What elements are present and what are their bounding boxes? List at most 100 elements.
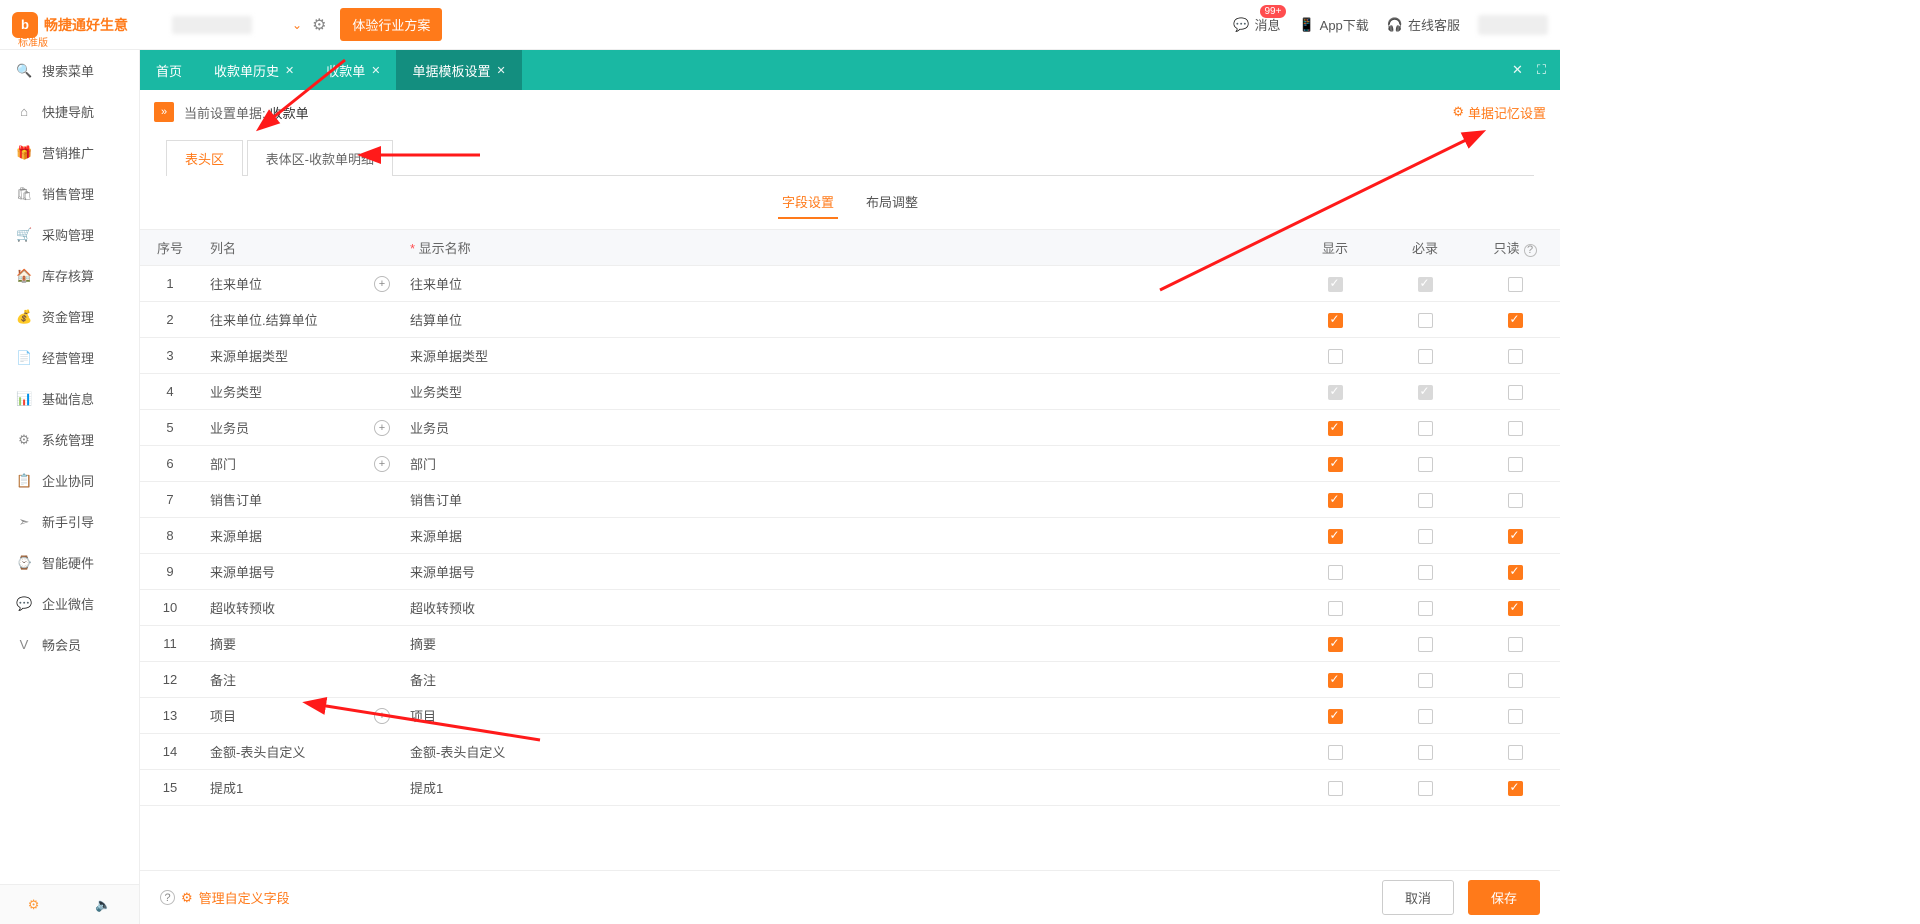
checkbox[interactable] — [1328, 349, 1343, 364]
cell-display[interactable]: 来源单据号 — [400, 554, 1290, 590]
messages-link[interactable]: 💬 消息 99+ — [1233, 15, 1280, 34]
gear-icon[interactable]: ⚙ — [312, 15, 326, 35]
checkbox[interactable] — [1508, 529, 1523, 544]
checkbox[interactable] — [1418, 457, 1433, 472]
checkbox[interactable] — [1418, 529, 1433, 544]
settings-icon[interactable]: ⚙ — [28, 897, 40, 913]
checkbox[interactable] — [1418, 421, 1433, 436]
cell-display[interactable]: 提成1 — [400, 770, 1290, 806]
checkbox[interactable] — [1418, 709, 1433, 724]
cell-display[interactable]: 来源单据 — [400, 518, 1290, 554]
sidebar-item[interactable]: 🏠库存核算 — [0, 255, 139, 296]
page-tab[interactable]: 收款单历史✕ — [198, 50, 310, 90]
tab-body-area[interactable]: 表体区-收款单明细 — [247, 140, 393, 176]
cancel-button[interactable]: 取消 — [1382, 880, 1454, 915]
checkbox[interactable] — [1418, 673, 1433, 688]
add-icon[interactable]: + — [374, 708, 390, 724]
checkbox[interactable] — [1418, 601, 1433, 616]
close-icon[interactable]: ✕ — [371, 64, 380, 77]
checkbox[interactable] — [1418, 313, 1433, 328]
sidebar-item[interactable]: ➣新手引导 — [0, 501, 139, 542]
checkbox[interactable] — [1508, 457, 1523, 472]
close-icon[interactable]: ✕ — [285, 64, 294, 77]
try-plan-button[interactable]: 体验行业方案 — [340, 8, 442, 41]
support-link[interactable]: 🎧 在线客服 — [1387, 15, 1460, 34]
checkbox[interactable] — [1328, 313, 1343, 328]
checkbox[interactable] — [1418, 277, 1433, 292]
sidebar-item[interactable]: 🎁营销推广 — [0, 132, 139, 173]
add-icon[interactable]: + — [374, 456, 390, 472]
sidebar-item[interactable]: 💰资金管理 — [0, 296, 139, 337]
checkbox[interactable] — [1418, 745, 1433, 760]
page-tab[interactable]: 单据模板设置✕ — [396, 50, 521, 90]
checkbox[interactable] — [1328, 709, 1343, 724]
tab-header-area[interactable]: 表头区 — [166, 140, 243, 176]
page-tab[interactable]: 收款单✕ — [310, 50, 396, 90]
cell-display[interactable]: 备注 — [400, 662, 1290, 698]
checkbox[interactable] — [1328, 421, 1343, 436]
sidebar-item[interactable]: ⚙系统管理 — [0, 419, 139, 460]
checkbox[interactable] — [1508, 673, 1523, 688]
collapse-toggle[interactable]: » — [154, 102, 174, 122]
cell-display[interactable]: 业务类型 — [400, 374, 1290, 410]
checkbox[interactable] — [1418, 781, 1433, 796]
org-selector[interactable]: ⌄ — [172, 16, 302, 34]
subtab-field[interactable]: 字段设置 — [778, 186, 838, 219]
sidebar-item[interactable]: 🛍销售管理 — [0, 173, 139, 214]
checkbox[interactable] — [1328, 637, 1343, 652]
sidebar-item[interactable]: 💬企业微信 — [0, 583, 139, 624]
sidebar-item[interactable]: 🔍搜索菜单 — [0, 50, 139, 91]
checkbox[interactable] — [1418, 493, 1433, 508]
checkbox[interactable] — [1328, 529, 1343, 544]
manage-custom-fields-link[interactable]: ? ⚙ 管理自定义字段 — [160, 888, 290, 907]
checkbox[interactable] — [1508, 745, 1523, 760]
checkbox[interactable] — [1418, 637, 1433, 652]
checkbox[interactable] — [1328, 601, 1343, 616]
cell-display[interactable]: 项目 — [400, 698, 1290, 734]
sidebar-item[interactable]: 📋企业协同 — [0, 460, 139, 501]
close-icon[interactable]: ✕ — [497, 64, 506, 77]
checkbox[interactable] — [1508, 421, 1523, 436]
checkbox[interactable] — [1508, 781, 1523, 796]
checkbox[interactable] — [1328, 385, 1343, 400]
cell-display[interactable]: 摘要 — [400, 626, 1290, 662]
page-tab[interactable]: 首页 — [140, 50, 198, 90]
fullscreen-icon[interactable]: ⛶ — [1537, 62, 1546, 78]
checkbox[interactable] — [1508, 493, 1523, 508]
sound-icon[interactable]: 🔈 — [95, 897, 111, 913]
checkbox[interactable] — [1328, 673, 1343, 688]
cell-display[interactable]: 来源单据类型 — [400, 338, 1290, 374]
cell-display[interactable]: 金额-表头自定义 — [400, 734, 1290, 770]
add-icon[interactable]: + — [374, 276, 390, 292]
checkbox[interactable] — [1508, 349, 1523, 364]
cell-display[interactable]: 部门 — [400, 446, 1290, 482]
checkbox[interactable] — [1508, 565, 1523, 580]
help-icon[interactable]: ? — [1524, 244, 1537, 257]
sidebar-item[interactable]: ⌂快捷导航 — [0, 91, 139, 132]
sidebar-item[interactable]: 📊基础信息 — [0, 378, 139, 419]
checkbox[interactable] — [1508, 637, 1523, 652]
checkbox[interactable] — [1328, 457, 1343, 472]
checkbox[interactable] — [1508, 277, 1523, 292]
cell-display[interactable]: 结算单位 — [400, 302, 1290, 338]
sidebar-item[interactable]: 🛒采购管理 — [0, 214, 139, 255]
checkbox[interactable] — [1418, 349, 1433, 364]
checkbox[interactable] — [1328, 781, 1343, 796]
cell-display[interactable]: 业务员 — [400, 410, 1290, 446]
close-all-icon[interactable]: ✕ — [1512, 62, 1523, 78]
user-avatar[interactable] — [1478, 15, 1548, 35]
checkbox[interactable] — [1328, 277, 1343, 292]
cell-display[interactable]: 销售订单 — [400, 482, 1290, 518]
checkbox[interactable] — [1508, 313, 1523, 328]
checkbox[interactable] — [1328, 745, 1343, 760]
save-button[interactable]: 保存 — [1468, 880, 1540, 915]
checkbox[interactable] — [1328, 493, 1343, 508]
add-icon[interactable]: + — [374, 420, 390, 436]
checkbox[interactable] — [1418, 565, 1433, 580]
subtab-layout[interactable]: 布局调整 — [862, 186, 922, 219]
memory-setting-link[interactable]: ⚙ 单据记忆设置 — [1452, 103, 1546, 122]
app-download-link[interactable]: 📱 App下载 — [1298, 15, 1368, 34]
sidebar-item[interactable]: V畅会员 — [0, 624, 139, 665]
checkbox[interactable] — [1418, 385, 1433, 400]
sidebar-item[interactable]: 📄经营管理 — [0, 337, 139, 378]
